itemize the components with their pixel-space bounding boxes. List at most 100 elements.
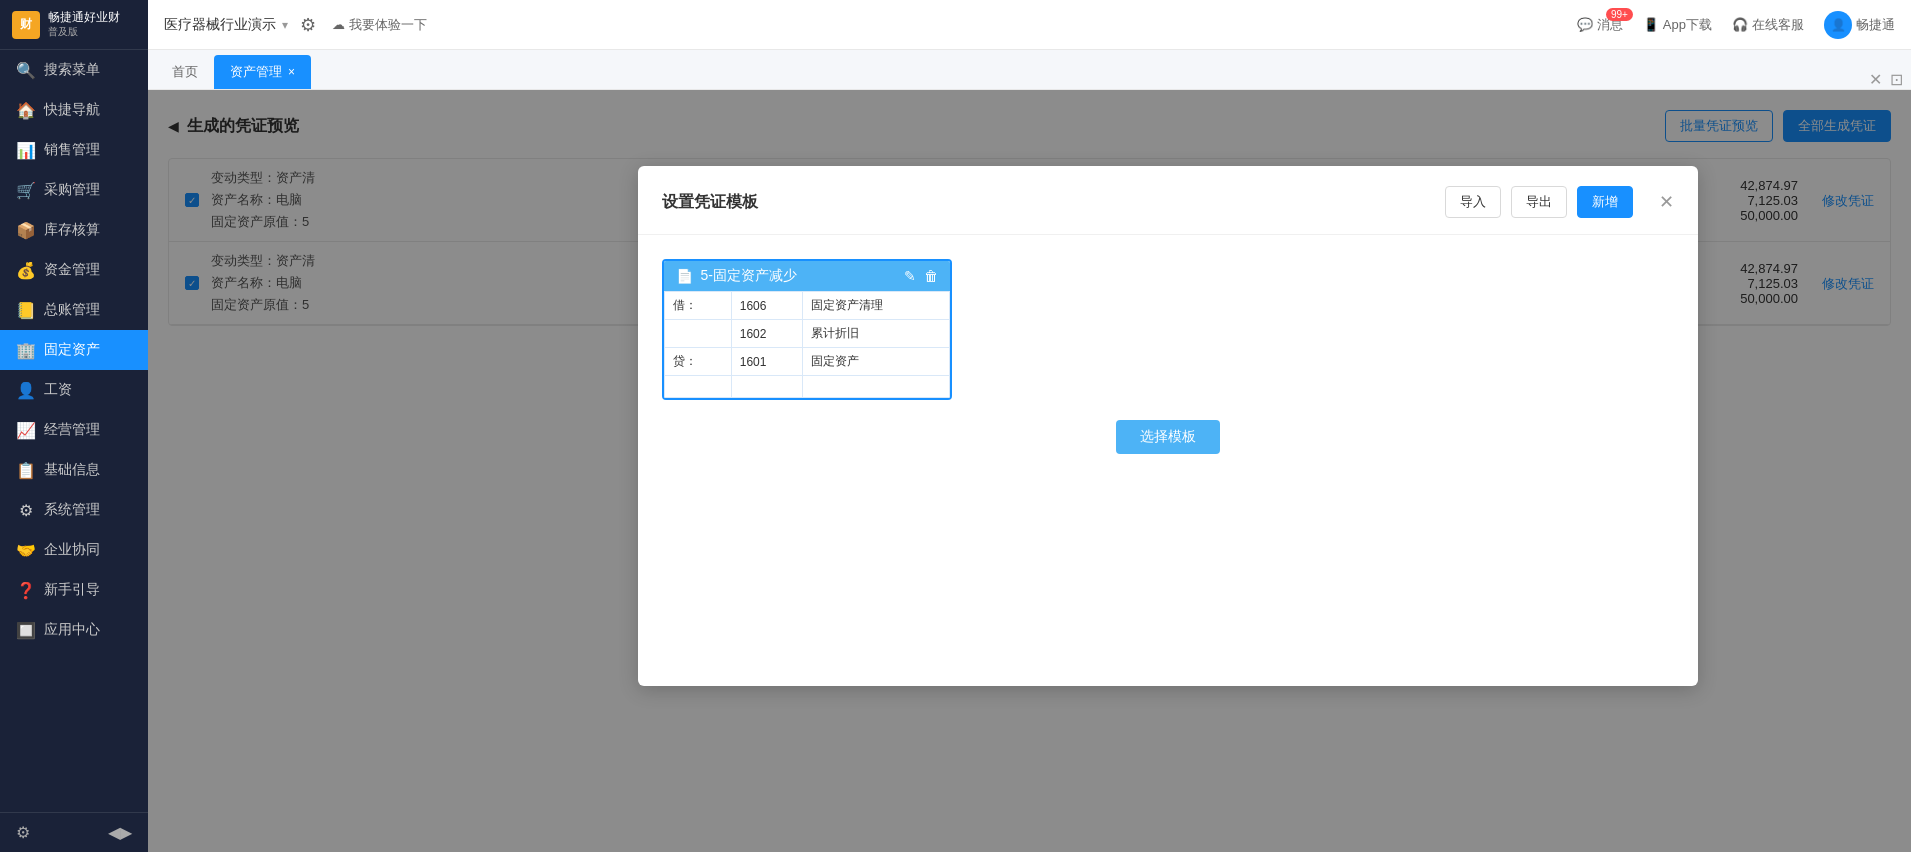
topbar-right: 💬 消息 99+ 📱 App下载 🎧 在线客服 👤 畅捷通 bbox=[1577, 11, 1895, 39]
template-doc-icon: 📄 bbox=[676, 268, 693, 284]
sidebar-item-quick-nav[interactable]: 🏠快捷导航 bbox=[0, 90, 148, 130]
sidebar: 财 畅捷通好业财 普及版 🔍 搜索菜单 🏠快捷导航 📊 销售管理 🛒 采购管理 📦 库存核算 💰 资… bbox=[0, 0, 148, 852]
sidebar-item-finance[interactable]: 💰 资金管理 bbox=[0, 250, 148, 290]
sidebar-icon-app-center: 🔲 bbox=[16, 620, 36, 640]
sidebar-icon-basic-info: 📋 bbox=[16, 460, 36, 480]
select-template-btn[interactable]: 选择模板 bbox=[1116, 420, 1220, 454]
sidebar-icon-finance: 💰 bbox=[16, 260, 36, 280]
sidebar-item-enterprise[interactable]: 🤝 企业协同 bbox=[0, 530, 148, 570]
sidebar-icon-general-ledger: 📒 bbox=[16, 300, 36, 320]
sidebar-label-app-center: 应用中心 bbox=[44, 621, 100, 639]
app-logo: 财 畅捷通好业财 普及版 bbox=[0, 0, 148, 50]
sidebar-icon-purchase: 🛒 bbox=[16, 180, 36, 200]
entry-side-1 bbox=[664, 320, 731, 348]
entry-code-0: 1606 bbox=[731, 292, 803, 320]
topbar: 医疗器械行业演示 ▾ ⚙ ☁ 我要体验一下 💬 消息 99+ 📱 App下载 🎧… bbox=[148, 0, 1911, 50]
sidebar-label-guide: 新手引导 bbox=[44, 581, 100, 599]
sidebar-item-payroll[interactable]: 👤工资 bbox=[0, 370, 148, 410]
sidebar-icon-fixed-assets: 🏢 bbox=[16, 340, 36, 360]
sidebar-icon-system: ⚙ bbox=[16, 500, 36, 520]
sidebar-item-fixed-assets[interactable]: 🏢 固定资产 bbox=[0, 330, 148, 370]
message-icon: 💬 bbox=[1577, 17, 1593, 32]
tabbar: 首页 资产管理 × ✕ ⊡ bbox=[148, 50, 1911, 90]
dialog-set-template: 设置凭证模板 导入 导出 新增 ✕ 📄 5-固定资产减少 bbox=[638, 166, 1698, 686]
sidebar-label-purchase: 采购管理 bbox=[44, 181, 100, 199]
sidebar-item-inventory[interactable]: 📦 库存核算 bbox=[0, 210, 148, 250]
main-content: ◀ 生成的凭证预览 批量凭证预览 全部生成凭证 变动类型：资产清 资产名称：电脑… bbox=[148, 90, 1911, 852]
sidebar-icon-search-menu: 🔍 bbox=[16, 60, 36, 80]
template-name: 5-固定资产减少 bbox=[701, 267, 797, 285]
import-btn[interactable]: 导入 bbox=[1445, 186, 1501, 218]
template-entries-table: 借：1606固定资产清理1602累计折旧贷：1601固定资产 bbox=[664, 291, 950, 398]
entry-side-2: 贷： bbox=[664, 348, 731, 376]
export-btn[interactable]: 导出 bbox=[1511, 186, 1567, 218]
entry-code-2: 1601 bbox=[731, 348, 803, 376]
entry-side-0: 借： bbox=[664, 292, 731, 320]
sidebar-label-sales: 销售管理 bbox=[44, 141, 100, 159]
sidebar-item-app-center[interactable]: 🔲 应用中心 bbox=[0, 610, 148, 650]
entry-name-0: 固定资产清理 bbox=[803, 292, 949, 320]
collapse-icon[interactable]: ◀▶ bbox=[108, 823, 132, 842]
company-arrow-icon: ▾ bbox=[282, 18, 288, 32]
settings-icon[interactable]: ⚙ bbox=[16, 823, 30, 842]
entry-name-2: 固定资产 bbox=[803, 348, 949, 376]
new-btn[interactable]: 新增 bbox=[1577, 186, 1633, 218]
sidebar-icon-inventory: 📦 bbox=[16, 220, 36, 240]
sidebar-item-purchase[interactable]: 🛒 采购管理 bbox=[0, 170, 148, 210]
sidebar-nav: 🔍 搜索菜单 🏠快捷导航 📊 销售管理 🛒 采购管理 📦 库存核算 💰 资金管理 📒 总账管理 🏢 固定资产… bbox=[0, 50, 148, 812]
sidebar-icon-quick-nav: 🏠 bbox=[16, 100, 36, 120]
tab-home[interactable]: 首页 bbox=[156, 55, 214, 89]
sidebar-icon-sales: 📊 bbox=[16, 140, 36, 160]
entry-code-1: 1602 bbox=[731, 320, 803, 348]
sidebar-footer: ⚙ ◀▶ bbox=[0, 812, 148, 852]
close-window-icon[interactable]: ✕ bbox=[1869, 70, 1882, 89]
template-edit-icon[interactable]: ✎ bbox=[904, 268, 916, 284]
sidebar-label-operations: 经营管理 bbox=[44, 421, 100, 439]
cloud-icon: ☁ bbox=[332, 17, 345, 32]
sidebar-label-inventory: 库存核算 bbox=[44, 221, 100, 239]
app-download-btn[interactable]: 📱 App下载 bbox=[1643, 16, 1712, 34]
sidebar-label-fixed-assets: 固定资产 bbox=[44, 341, 100, 359]
experience-btn[interactable]: ☁ 我要体验一下 bbox=[332, 16, 427, 34]
dialog-body: 📄 5-固定资产减少 ✎ 🗑 借：1606固定资产清理1602累计折旧贷：160… bbox=[638, 235, 1698, 478]
sidebar-icon-enterprise: 🤝 bbox=[16, 540, 36, 560]
sidebar-icon-payroll: 👤 bbox=[16, 380, 36, 400]
messages-btn[interactable]: 💬 消息 99+ bbox=[1577, 16, 1623, 34]
sidebar-label-system: 系统管理 bbox=[44, 501, 100, 519]
window-controls: ✕ ⊡ bbox=[1869, 70, 1903, 89]
template-card-header: 📄 5-固定资产减少 ✎ 🗑 bbox=[664, 261, 950, 291]
sidebar-item-basic-info[interactable]: 📋基础信息 bbox=[0, 450, 148, 490]
sidebar-label-enterprise: 企业协同 bbox=[44, 541, 100, 559]
sidebar-item-guide[interactable]: ❓ 新手引导 bbox=[0, 570, 148, 610]
sidebar-icon-guide: ❓ bbox=[16, 580, 36, 600]
user-profile[interactable]: 👤 畅捷通 bbox=[1824, 11, 1895, 39]
sidebar-item-search-menu[interactable]: 🔍 搜索菜单 bbox=[0, 50, 148, 90]
sidebar-icon-operations: 📈 bbox=[16, 420, 36, 440]
sidebar-label-finance: 资金管理 bbox=[44, 261, 100, 279]
entry-name-1: 累计折旧 bbox=[803, 320, 949, 348]
template-card-header-left: 📄 5-固定资产减少 bbox=[676, 267, 797, 285]
sidebar-item-sales[interactable]: 📊 销售管理 bbox=[0, 130, 148, 170]
modal-overlay: 设置凭证模板 导入 导出 新增 ✕ 📄 5-固定资产减少 bbox=[148, 90, 1911, 852]
tab-close-icon[interactable]: × bbox=[288, 65, 295, 79]
sidebar-item-general-ledger[interactable]: 📒 总账管理 bbox=[0, 290, 148, 330]
expand-window-icon[interactable]: ⊡ bbox=[1890, 70, 1903, 89]
sidebar-label-search-menu: 搜索菜单 bbox=[44, 61, 100, 79]
dialog-header-actions: 导入 导出 新增 ✕ bbox=[1445, 186, 1674, 218]
template-delete-icon[interactable]: 🗑 bbox=[924, 268, 938, 284]
logo-icon: 财 bbox=[12, 11, 40, 39]
messages-badge: 99+ bbox=[1606, 8, 1633, 21]
tab-asset-mgmt[interactable]: 资产管理 × bbox=[214, 55, 311, 89]
sidebar-item-system[interactable]: ⚙ 系统管理 bbox=[0, 490, 148, 530]
sidebar-label-general-ledger: 总账管理 bbox=[44, 301, 100, 319]
sidebar-item-operations[interactable]: 📈 经营管理 bbox=[0, 410, 148, 450]
customer-service-btn[interactable]: 🎧 在线客服 bbox=[1732, 16, 1804, 34]
dialog-close-icon[interactable]: ✕ bbox=[1659, 191, 1674, 213]
dialog-title: 设置凭证模板 bbox=[662, 192, 758, 213]
template-entry-0: 借：1606固定资产清理 bbox=[664, 292, 949, 320]
template-card: 📄 5-固定资产减少 ✎ 🗑 借：1606固定资产清理1602累计折旧贷：160… bbox=[662, 259, 952, 400]
topbar-settings-icon[interactable]: ⚙ bbox=[300, 14, 316, 36]
company-selector[interactable]: 医疗器械行业演示 ▾ bbox=[164, 16, 288, 34]
empty-row-1 bbox=[664, 376, 949, 398]
avatar: 👤 bbox=[1824, 11, 1852, 39]
